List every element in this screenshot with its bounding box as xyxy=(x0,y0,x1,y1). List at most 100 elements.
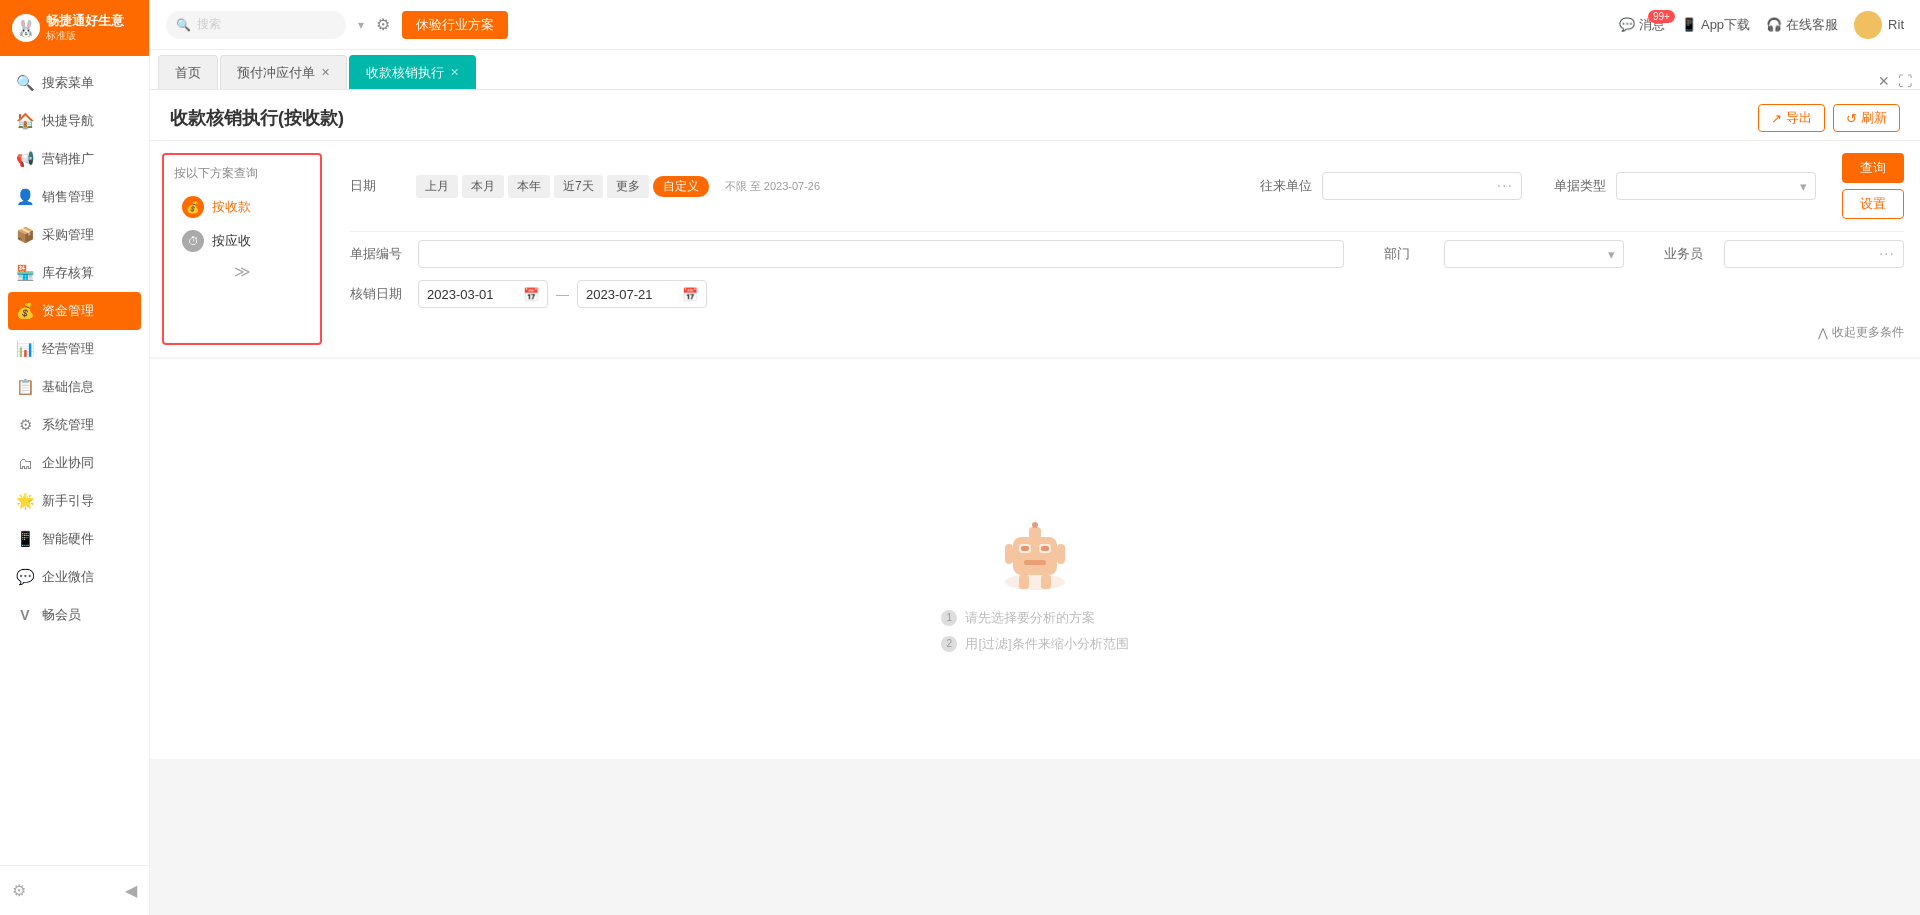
sidebar-item-operations[interactable]: 📊 经营管理 xyxy=(0,330,149,368)
staff-dots-icon[interactable]: ··· xyxy=(1879,245,1895,263)
sidebar-item-marketing[interactable]: 📢 营销推广 xyxy=(0,140,149,178)
service-label: 在线客服 xyxy=(1786,16,1838,34)
sidebar-footer: ⚙ ◀ xyxy=(0,865,149,915)
tab-receipts-close-icon[interactable]: ✕ xyxy=(450,66,459,79)
refresh-button[interactable]: ↺ 刷新 xyxy=(1833,104,1900,132)
empty-tip-1: 1 请先选择要分析的方案 xyxy=(941,605,1128,631)
filter-row-1: 日期 上月 本月 本年 近7天 更多 自定义 不限 至 2023-07-26 往… xyxy=(350,153,1904,219)
sidebar-item-search-menu[interactable]: 🔍 搜索菜单 xyxy=(0,64,149,102)
username: Rit xyxy=(1888,17,1904,32)
collapse-arrow-icon[interactable]: ≫ xyxy=(234,262,251,281)
svg-rect-6 xyxy=(1024,560,1046,565)
page-header: 收款核销执行(按收款) ↗ 导出 ↺ 刷新 xyxy=(150,90,1920,141)
query-button[interactable]: 查询 xyxy=(1842,153,1904,183)
tab-receipts-label: 收款核销执行 xyxy=(366,64,444,82)
export-label: 导出 xyxy=(1786,109,1812,127)
date-btn-7days[interactable]: 近7天 xyxy=(554,175,603,198)
tab-prepay[interactable]: 预付冲应付单 ✕ xyxy=(220,55,347,89)
doc-no-input[interactable] xyxy=(418,240,1344,268)
date-btn-more[interactable]: 更多 xyxy=(607,175,649,198)
topbar-right: 💬 消息 99+ 📱 App下载 🎧 在线客服 Rit xyxy=(1619,11,1904,39)
empty-tip-2: 2 用[过滤]条件来缩小分析范围 xyxy=(941,631,1128,657)
writeoff-date-label: 核销日期 xyxy=(350,285,402,303)
msg-badge: 99+ xyxy=(1648,10,1675,23)
export-icon: ↗ xyxy=(1771,111,1782,126)
sidebar-item-label: 智能硬件 xyxy=(42,530,94,548)
sidebar-item-smart-hw[interactable]: 📱 智能硬件 xyxy=(0,520,149,558)
writeoff-start-input[interactable]: 2023-03-01 📅 xyxy=(418,280,548,308)
sidebar-item-vip[interactable]: V 畅会员 xyxy=(0,596,149,634)
tab-receipts[interactable]: 收款核销执行 ✕ xyxy=(349,55,476,89)
tab-prepay-close-icon[interactable]: ✕ xyxy=(321,66,330,79)
sidebar-item-label: 系统管理 xyxy=(42,416,94,434)
date-btn-last-month[interactable]: 上月 xyxy=(416,175,458,198)
export-button[interactable]: ↗ 导出 xyxy=(1758,104,1825,132)
date-btn-this-month[interactable]: 本月 xyxy=(462,175,504,198)
solution-button[interactable]: 休验行业方案 xyxy=(402,11,508,39)
user-area[interactable]: Rit xyxy=(1854,11,1904,39)
tab-close-all-icon[interactable]: ✕ xyxy=(1878,73,1890,89)
msg-button[interactable]: 💬 消息 99+ xyxy=(1619,16,1665,34)
sidebar-item-purchase[interactable]: 📦 采购管理 xyxy=(0,216,149,254)
staff-select[interactable]: ··· xyxy=(1724,240,1904,268)
counterparty-select[interactable]: ··· xyxy=(1322,172,1522,200)
filter-option-by-receivable[interactable]: ⏱ 按应收 xyxy=(174,224,310,258)
sidebar-item-label: 销售管理 xyxy=(42,188,94,206)
counterparty-dots-icon[interactable]: ··· xyxy=(1497,177,1513,195)
date-btn-custom[interactable]: 自定义 xyxy=(653,176,709,197)
dept-select[interactable]: ▾ xyxy=(1444,240,1624,268)
topbar-chevron-icon[interactable]: ▾ xyxy=(358,18,364,32)
tip-num-1: 1 xyxy=(941,610,957,626)
staff-field: 业务员 ··· xyxy=(1664,240,1904,268)
sidebar-item-label: 资金管理 xyxy=(42,302,94,320)
collapse-sidebar-icon[interactable]: ◀ xyxy=(125,881,137,900)
logo-edition: 标准版 xyxy=(46,29,124,43)
quick-nav-icon: 🏠 xyxy=(16,112,34,130)
search-placeholder: 搜索 xyxy=(197,16,221,33)
svg-rect-11 xyxy=(1019,575,1029,589)
setting-button[interactable]: 设置 xyxy=(1842,189,1904,219)
date-btn-this-year[interactable]: 本年 xyxy=(508,175,550,198)
writeoff-end-input[interactable]: 2023-07-21 📅 xyxy=(577,280,707,308)
filter-option-by-receipt[interactable]: 💰 按收款 xyxy=(174,190,310,224)
operations-icon: 📊 xyxy=(16,340,34,358)
doc-type-select[interactable]: ▾ xyxy=(1616,172,1816,200)
tab-expand-icon[interactable]: ⛶ xyxy=(1898,73,1912,89)
content-area: 收款核销执行(按收款) ↗ 导出 ↺ 刷新 按以下方案查询 💰 按收款 xyxy=(150,90,1920,915)
by-receipt-icon: 💰 xyxy=(182,196,204,218)
start-calendar-icon[interactable]: 📅 xyxy=(523,287,539,302)
sidebar-item-wechat[interactable]: 💬 企业微信 xyxy=(0,558,149,596)
search-menu-icon: 🔍 xyxy=(16,74,34,92)
sidebar-item-beginner[interactable]: 🌟 新手引导 xyxy=(0,482,149,520)
sidebar-item-sales[interactable]: 👤 销售管理 xyxy=(0,178,149,216)
purchase-icon: 📦 xyxy=(16,226,34,244)
empty-illustration xyxy=(985,502,1085,605)
counterparty-field: 往来单位 ··· xyxy=(1260,172,1522,200)
vip-icon: V xyxy=(16,607,34,623)
topbar-search[interactable]: 🔍 搜索 xyxy=(166,11,346,39)
tabbar-actions: ✕ ⛶ xyxy=(1878,73,1920,89)
app-download-button[interactable]: 📱 App下载 xyxy=(1681,16,1750,34)
topbar-gear-icon[interactable]: ⚙ xyxy=(376,15,390,34)
sidebar-item-sys-mgmt[interactable]: ⚙ 系统管理 xyxy=(0,406,149,444)
settings-icon[interactable]: ⚙ xyxy=(12,881,26,900)
sidebar-item-inventory[interactable]: 🏪 库存核算 xyxy=(0,254,149,292)
filter-right: 日期 上月 本月 本年 近7天 更多 自定义 不限 至 2023-07-26 往… xyxy=(334,141,1920,357)
writeoff-end-value: 2023-07-21 xyxy=(586,287,653,302)
sidebar-item-quick-nav[interactable]: 🏠 快捷导航 xyxy=(0,102,149,140)
sidebar-item-basic-info[interactable]: 📋 基础信息 xyxy=(0,368,149,406)
online-service-button[interactable]: 🎧 在线客服 xyxy=(1766,16,1838,34)
sidebar-item-finance[interactable]: 💰 资金管理 xyxy=(8,292,141,330)
collapse-more-button[interactable]: ⋀ 收起更多条件 xyxy=(1818,324,1904,341)
service-icon: 🎧 xyxy=(1766,17,1782,32)
filter-left-title: 按以下方案查询 xyxy=(174,165,310,182)
avatar xyxy=(1854,11,1882,39)
empty-state: 1 请先选择要分析的方案 2 用[过滤]条件来缩小分析范围 xyxy=(150,359,1920,759)
topbar: 🔍 搜索 ▾ ⚙ 休验行业方案 💬 消息 99+ 📱 App下载 🎧 在线客服 … xyxy=(150,0,1920,50)
msg-icon: 💬 xyxy=(1619,17,1635,32)
tab-home[interactable]: 首页 xyxy=(158,55,218,89)
date-separator: — xyxy=(556,287,569,302)
sidebar-item-enterprise[interactable]: 🗂 企业协同 xyxy=(0,444,149,482)
end-calendar-icon[interactable]: 📅 xyxy=(682,287,698,302)
logo-text-block: 畅捷通好生意 标准版 xyxy=(46,13,124,43)
